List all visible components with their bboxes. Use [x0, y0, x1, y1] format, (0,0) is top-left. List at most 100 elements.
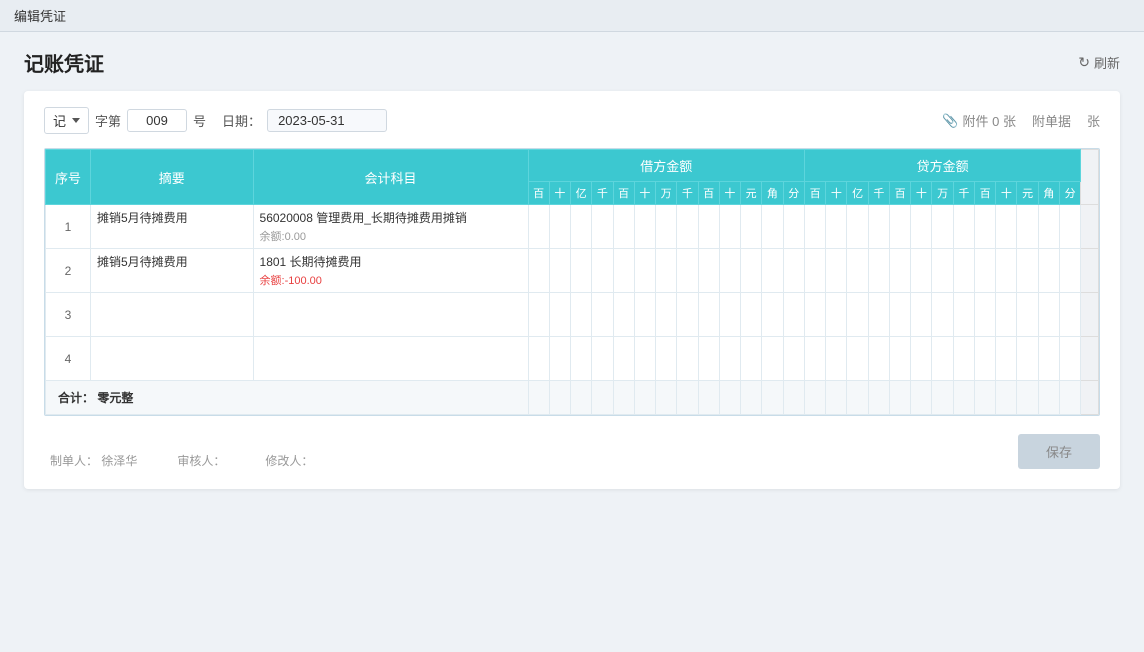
row2-c5[interactable]	[889, 249, 910, 293]
row4-d13[interactable]	[783, 337, 804, 381]
row3-c3[interactable]	[847, 293, 868, 337]
row2-c2[interactable]	[826, 249, 847, 293]
row1-c9[interactable]	[974, 205, 995, 249]
row3-c6[interactable]	[911, 293, 932, 337]
row2-d10[interactable]	[719, 249, 740, 293]
row2-d2[interactable]	[549, 249, 570, 293]
row1-c8[interactable]	[953, 205, 974, 249]
row3-c12[interactable]	[1038, 293, 1059, 337]
row3-d1[interactable]	[528, 293, 549, 337]
row3-c7[interactable]	[932, 293, 953, 337]
row2-d9[interactable]	[698, 249, 719, 293]
row4-d10[interactable]	[719, 337, 740, 381]
row2-d1[interactable]	[528, 249, 549, 293]
row3-d13[interactable]	[783, 293, 804, 337]
row3-c13[interactable]	[1059, 293, 1080, 337]
row3-c11[interactable]	[1017, 293, 1038, 337]
row4-c10[interactable]	[996, 337, 1017, 381]
row1-d1[interactable]	[528, 205, 549, 249]
row2-c13[interactable]	[1059, 249, 1080, 293]
row1-c6[interactable]	[911, 205, 932, 249]
row1-c1[interactable]	[804, 205, 825, 249]
row1-c13[interactable]	[1059, 205, 1080, 249]
attachment-link[interactable]: 📎 附件 0 张	[942, 111, 1016, 130]
row1-d8[interactable]	[677, 205, 698, 249]
row3-d12[interactable]	[762, 293, 783, 337]
zidi-input[interactable]	[127, 109, 187, 132]
row4-c2[interactable]	[826, 337, 847, 381]
row3-c9[interactable]	[974, 293, 995, 337]
row4-d3[interactable]	[571, 337, 592, 381]
row1-c5[interactable]	[889, 205, 910, 249]
row1-d11[interactable]	[741, 205, 762, 249]
row3-d9[interactable]	[698, 293, 719, 337]
row2-c8[interactable]	[953, 249, 974, 293]
row4-c1[interactable]	[804, 337, 825, 381]
row2-c12[interactable]	[1038, 249, 1059, 293]
row2-c11[interactable]	[1017, 249, 1038, 293]
row2-c1[interactable]	[804, 249, 825, 293]
row4-d4[interactable]	[592, 337, 613, 381]
row4-d9[interactable]	[698, 337, 719, 381]
row3-c2[interactable]	[826, 293, 847, 337]
row1-d3[interactable]	[571, 205, 592, 249]
row3-d3[interactable]	[571, 293, 592, 337]
refresh-button[interactable]: ↻ 刷新	[1078, 53, 1120, 72]
row1-d2[interactable]	[549, 205, 570, 249]
row4-c8[interactable]	[953, 337, 974, 381]
attachment-single-label[interactable]: 附单据	[1032, 111, 1071, 130]
row1-c4[interactable]	[868, 205, 889, 249]
row2-d6[interactable]	[634, 249, 655, 293]
row4-d12[interactable]	[762, 337, 783, 381]
row3-d2[interactable]	[549, 293, 570, 337]
row4-d8[interactable]	[677, 337, 698, 381]
row3-c5[interactable]	[889, 293, 910, 337]
row3-c10[interactable]	[996, 293, 1017, 337]
date-input[interactable]: 2023-05-31	[267, 109, 387, 132]
row3-d7[interactable]	[656, 293, 677, 337]
row4-c13[interactable]	[1059, 337, 1080, 381]
row2-c4[interactable]	[868, 249, 889, 293]
row4-c4[interactable]	[868, 337, 889, 381]
row4-d11[interactable]	[741, 337, 762, 381]
row3-c8[interactable]	[953, 293, 974, 337]
row3-d6[interactable]	[634, 293, 655, 337]
row4-d5[interactable]	[613, 337, 634, 381]
row2-c3[interactable]	[847, 249, 868, 293]
row4-d6[interactable]	[634, 337, 655, 381]
row2-c6[interactable]	[911, 249, 932, 293]
row1-d12[interactable]	[762, 205, 783, 249]
save-button[interactable]: 保存	[1018, 434, 1100, 469]
row3-subject[interactable]	[253, 293, 528, 337]
row3-d11[interactable]	[741, 293, 762, 337]
row1-summary[interactable]: 摊销5月待摊费用	[91, 205, 254, 249]
row2-d4[interactable]	[592, 249, 613, 293]
row3-d8[interactable]	[677, 293, 698, 337]
row1-d10[interactable]	[719, 205, 740, 249]
row1-c7[interactable]	[932, 205, 953, 249]
row4-subject[interactable]	[253, 337, 528, 381]
row4-d1[interactable]	[528, 337, 549, 381]
row2-c10[interactable]	[996, 249, 1017, 293]
row1-d9[interactable]	[698, 205, 719, 249]
row4-summary[interactable]	[91, 337, 254, 381]
row1-d4[interactable]	[592, 205, 613, 249]
row4-c11[interactable]	[1017, 337, 1038, 381]
row4-c9[interactable]	[974, 337, 995, 381]
row2-d7[interactable]	[656, 249, 677, 293]
row1-c11[interactable]	[1017, 205, 1038, 249]
row1-c12[interactable]	[1038, 205, 1059, 249]
row3-c1[interactable]	[804, 293, 825, 337]
row4-c5[interactable]	[889, 337, 910, 381]
row2-c7[interactable]	[932, 249, 953, 293]
row4-c6[interactable]	[911, 337, 932, 381]
row2-subject[interactable]: 1801 长期待摊费用 余额:-100.00	[253, 249, 528, 293]
row2-d11[interactable]	[741, 249, 762, 293]
row4-d2[interactable]	[549, 337, 570, 381]
row3-c4[interactable]	[868, 293, 889, 337]
row3-d4[interactable]	[592, 293, 613, 337]
row2-d13[interactable]	[783, 249, 804, 293]
row2-d3[interactable]	[571, 249, 592, 293]
row2-d8[interactable]	[677, 249, 698, 293]
row4-c3[interactable]	[847, 337, 868, 381]
